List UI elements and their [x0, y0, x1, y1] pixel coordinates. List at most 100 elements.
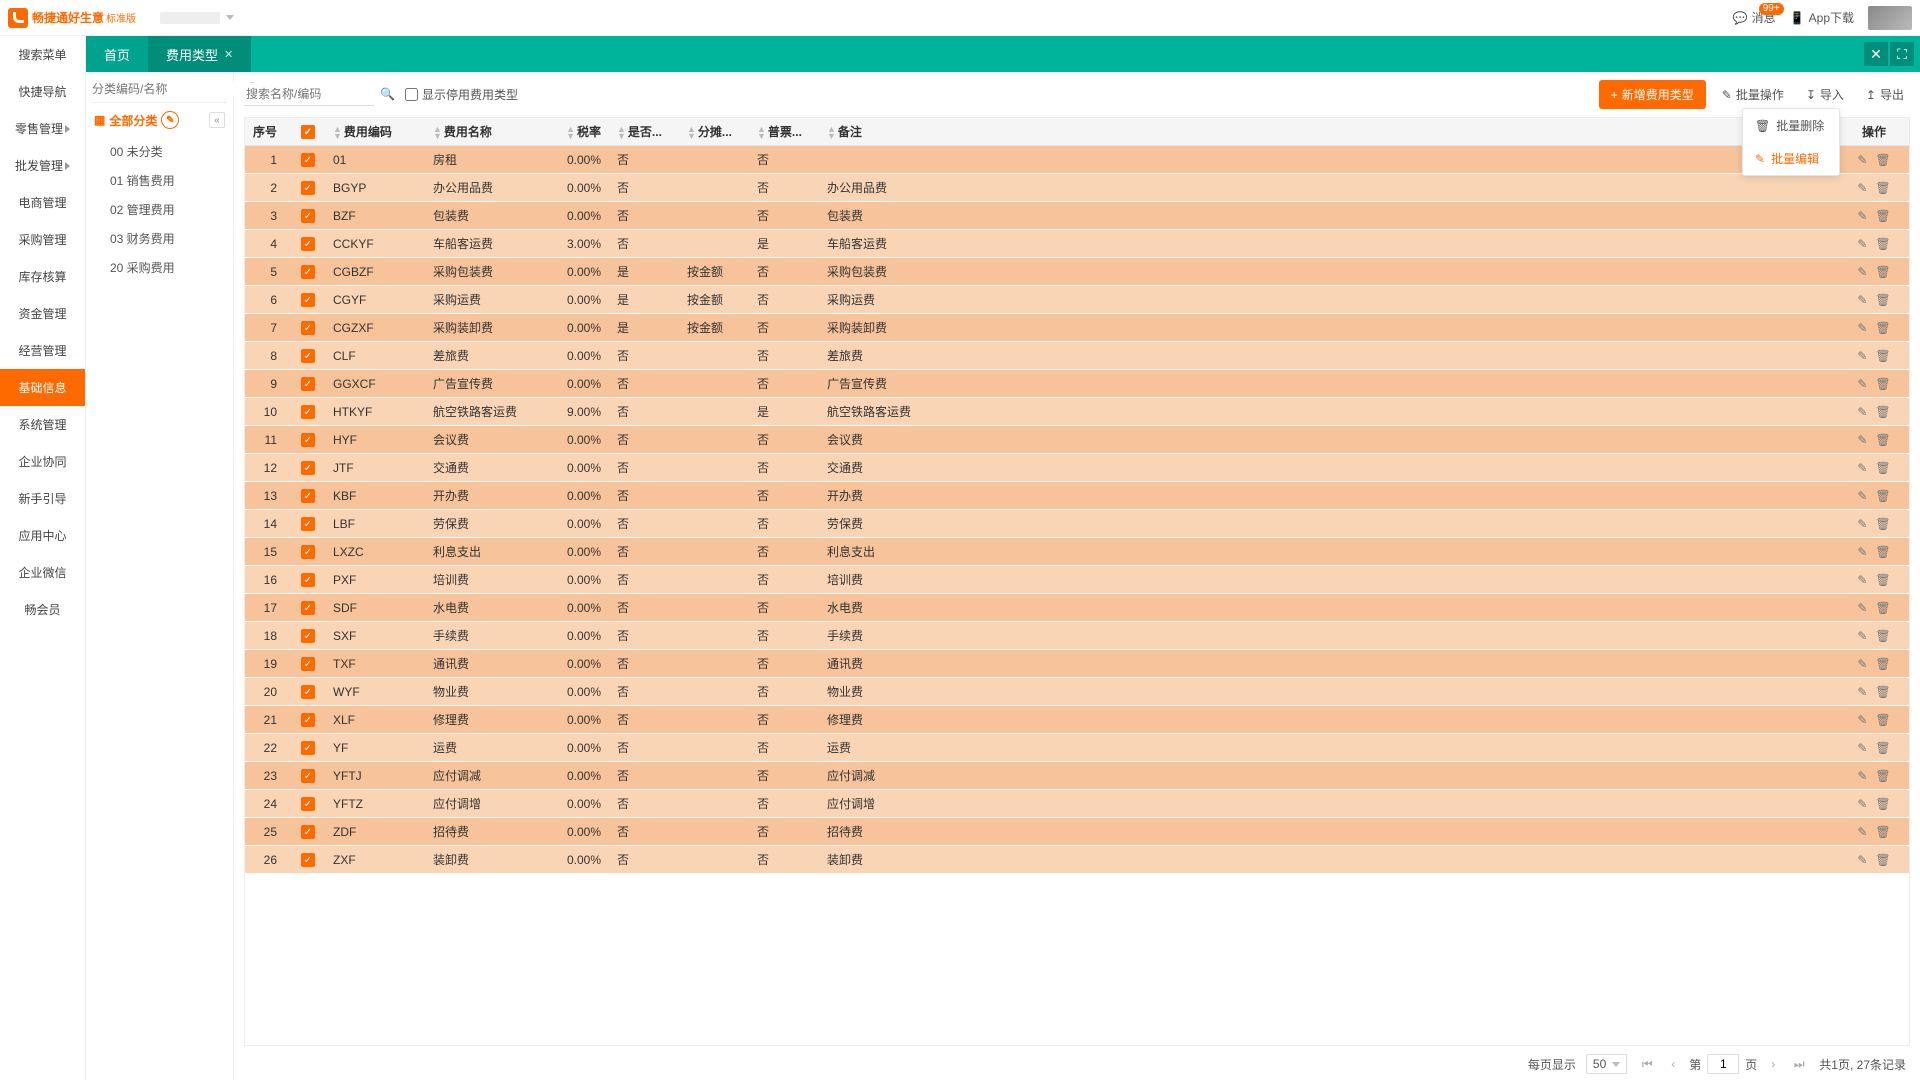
cell-check[interactable]: ✓ — [291, 622, 325, 650]
checkbox-icon[interactable]: ✓ — [301, 825, 315, 839]
row-edit-button[interactable]: ✎ — [1857, 209, 1867, 223]
tab-fee-type[interactable]: 费用类型 ✕ — [148, 36, 251, 72]
sidebar-item[interactable]: 快捷导航 — [0, 73, 85, 110]
sidebar-item[interactable]: 基础信息 — [0, 369, 85, 406]
checkbox-icon[interactable]: ✓ — [301, 629, 315, 643]
row-edit-button[interactable]: ✎ — [1857, 517, 1867, 531]
category-item[interactable]: 00 未分类 — [106, 137, 227, 166]
row-edit-button[interactable]: ✎ — [1857, 629, 1867, 643]
row-delete-button[interactable]: 🗑 — [1875, 713, 1890, 727]
table-row[interactable]: 6✓CGYF采购运费0.00%是按金额否采购运费✎🗑 — [245, 286, 1909, 314]
row-edit-button[interactable]: ✎ — [1857, 377, 1867, 391]
row-edit-button[interactable]: ✎ — [1857, 265, 1867, 279]
table-row[interactable]: 21✓XLF修理费0.00%否否修理费✎🗑 — [245, 706, 1909, 734]
row-delete-button[interactable]: 🗑 — [1875, 377, 1890, 391]
close-icon[interactable]: ✕ — [224, 48, 233, 61]
category-item[interactable]: 03 财务费用 — [106, 224, 227, 253]
row-delete-button[interactable]: 🗑 — [1875, 797, 1890, 811]
sidebar-item[interactable]: 系统管理 — [0, 406, 85, 443]
cell-check[interactable]: ✓ — [291, 426, 325, 454]
sidebar-item[interactable]: 经营管理 — [0, 332, 85, 369]
sidebar-item[interactable]: 批发管理 — [0, 147, 85, 184]
checkbox-icon[interactable]: ✓ — [301, 685, 315, 699]
row-delete-button[interactable]: 🗑 — [1875, 853, 1890, 867]
cell-check[interactable]: ✓ — [291, 258, 325, 286]
page-last-button[interactable]: ⏭ — [1789, 1054, 1809, 1074]
checkbox-icon[interactable]: ✓ — [301, 517, 315, 531]
category-all[interactable]: ▦ 全部分类 ✎ « — [92, 103, 227, 137]
checkbox-icon[interactable]: ✓ — [301, 713, 315, 727]
col-check-all[interactable]: ✓ — [291, 118, 325, 146]
checkbox-icon[interactable]: ✓ — [301, 405, 315, 419]
checkbox-icon[interactable]: ✓ — [301, 489, 315, 503]
fullscreen-button[interactable]: ⛶ — [1890, 42, 1914, 66]
cell-check[interactable]: ✓ — [291, 818, 325, 846]
row-delete-button[interactable]: 🗑 — [1875, 629, 1890, 643]
cell-check[interactable]: ✓ — [291, 342, 325, 370]
sidebar-item[interactable]: 搜索菜单 — [0, 36, 85, 73]
category-item[interactable]: 20 采购费用 — [106, 253, 227, 282]
row-edit-button[interactable]: ✎ — [1857, 433, 1867, 447]
table-row[interactable]: 8✓CLF差旅费0.00%否否差旅费✎🗑 — [245, 342, 1909, 370]
export-button[interactable]: ↥ 导出 — [1860, 82, 1910, 107]
cell-check[interactable]: ✓ — [291, 790, 325, 818]
checkbox-icon[interactable]: ✓ — [301, 377, 315, 391]
col-code[interactable]: ▲▼费用编码 — [325, 118, 425, 146]
cell-check[interactable]: ✓ — [291, 146, 325, 174]
table-row[interactable]: 16✓PXF培训费0.00%否否培训费✎🗑 — [245, 566, 1909, 594]
row-delete-button[interactable]: 🗑 — [1875, 433, 1890, 447]
cell-check[interactable]: ✓ — [291, 174, 325, 202]
checkbox-icon[interactable]: ✓ — [301, 321, 315, 335]
cell-check[interactable]: ✓ — [291, 202, 325, 230]
row-edit-button[interactable]: ✎ — [1857, 237, 1867, 251]
cell-check[interactable]: ✓ — [291, 370, 325, 398]
page-next-button[interactable]: › — [1763, 1054, 1783, 1074]
collapse-panel-button[interactable]: « — [209, 112, 225, 128]
row-delete-button[interactable]: 🗑 — [1875, 517, 1890, 531]
page-prev-button[interactable]: ‹ — [1663, 1054, 1683, 1074]
row-delete-button[interactable]: 🗑 — [1875, 545, 1890, 559]
row-delete-button[interactable]: 🗑 — [1875, 461, 1890, 475]
table-row[interactable]: 22✓YF运费0.00%否否运费✎🗑 — [245, 734, 1909, 762]
cell-check[interactable]: ✓ — [291, 566, 325, 594]
checkbox-icon[interactable]: ✓ — [301, 573, 315, 587]
avatar[interactable] — [1868, 6, 1912, 30]
checkbox-icon[interactable]: ✓ — [301, 237, 315, 251]
tab-home[interactable]: 首页 — [86, 36, 148, 72]
row-edit-button[interactable]: ✎ — [1857, 489, 1867, 503]
sidebar-item[interactable]: 应用中心 — [0, 517, 85, 554]
table-row[interactable]: 23✓YFTJ应付调减0.00%否否应付调减✎🗑 — [245, 762, 1909, 790]
checkbox-icon[interactable]: ✓ — [301, 797, 315, 811]
batch-edit-item[interactable]: ✎ 批量编辑 — [1743, 142, 1839, 175]
row-delete-button[interactable]: 🗑 — [1875, 293, 1890, 307]
checkbox-icon[interactable]: ✓ — [301, 433, 315, 447]
cell-check[interactable]: ✓ — [291, 678, 325, 706]
table-row[interactable]: 13✓KBF开办费0.00%否否开办费✎🗑 — [245, 482, 1909, 510]
cell-check[interactable]: ✓ — [291, 538, 325, 566]
table-row[interactable]: 4✓CCKYF车船客运费3.00%否是车船客运费✎🗑 — [245, 230, 1909, 258]
sidebar-item[interactable]: 资金管理 — [0, 295, 85, 332]
col-share[interactable]: ▲▼分摊... — [679, 118, 749, 146]
tab-close-all-button[interactable]: ✕ — [1864, 42, 1888, 66]
row-delete-button[interactable]: 🗑 — [1875, 321, 1890, 335]
row-delete-button[interactable]: 🗑 — [1875, 769, 1890, 783]
batch-ops-button[interactable]: ✎ 批量操作 — [1716, 82, 1790, 107]
table-row[interactable]: 17✓SDF水电费0.00%否否水电费✎🗑 — [245, 594, 1909, 622]
table-row[interactable]: 20✓WYF物业费0.00%否否物业费✎🗑 — [245, 678, 1909, 706]
checkbox-icon[interactable]: ✓ — [301, 461, 315, 475]
row-edit-button[interactable]: ✎ — [1857, 181, 1867, 195]
checkbox-icon[interactable]: ✓ — [301, 181, 315, 195]
col-name[interactable]: ▲▼费用名称 — [425, 118, 545, 146]
cell-check[interactable]: ✓ — [291, 398, 325, 426]
row-edit-button[interactable]: ✎ — [1857, 797, 1867, 811]
row-edit-button[interactable]: ✎ — [1857, 769, 1867, 783]
row-edit-button[interactable]: ✎ — [1857, 293, 1867, 307]
table-row[interactable]: 24✓YFTZ应付调增0.00%否否应付调增✎🗑 — [245, 790, 1909, 818]
category-item[interactable]: 01 销售费用 — [106, 166, 227, 195]
page-first-button[interactable]: ⏮ — [1637, 1054, 1657, 1074]
cell-check[interactable]: ✓ — [291, 706, 325, 734]
checkbox-icon[interactable]: ✓ — [301, 349, 315, 363]
table-scroll[interactable]: 序号 ✓ ▲▼费用编码 ▲▼费用名称 ▲▼税率 ▲▼是否... ▲▼分摊... … — [244, 117, 1910, 1046]
checkbox-icon[interactable]: ✓ — [301, 545, 315, 559]
row-edit-button[interactable]: ✎ — [1857, 349, 1867, 363]
